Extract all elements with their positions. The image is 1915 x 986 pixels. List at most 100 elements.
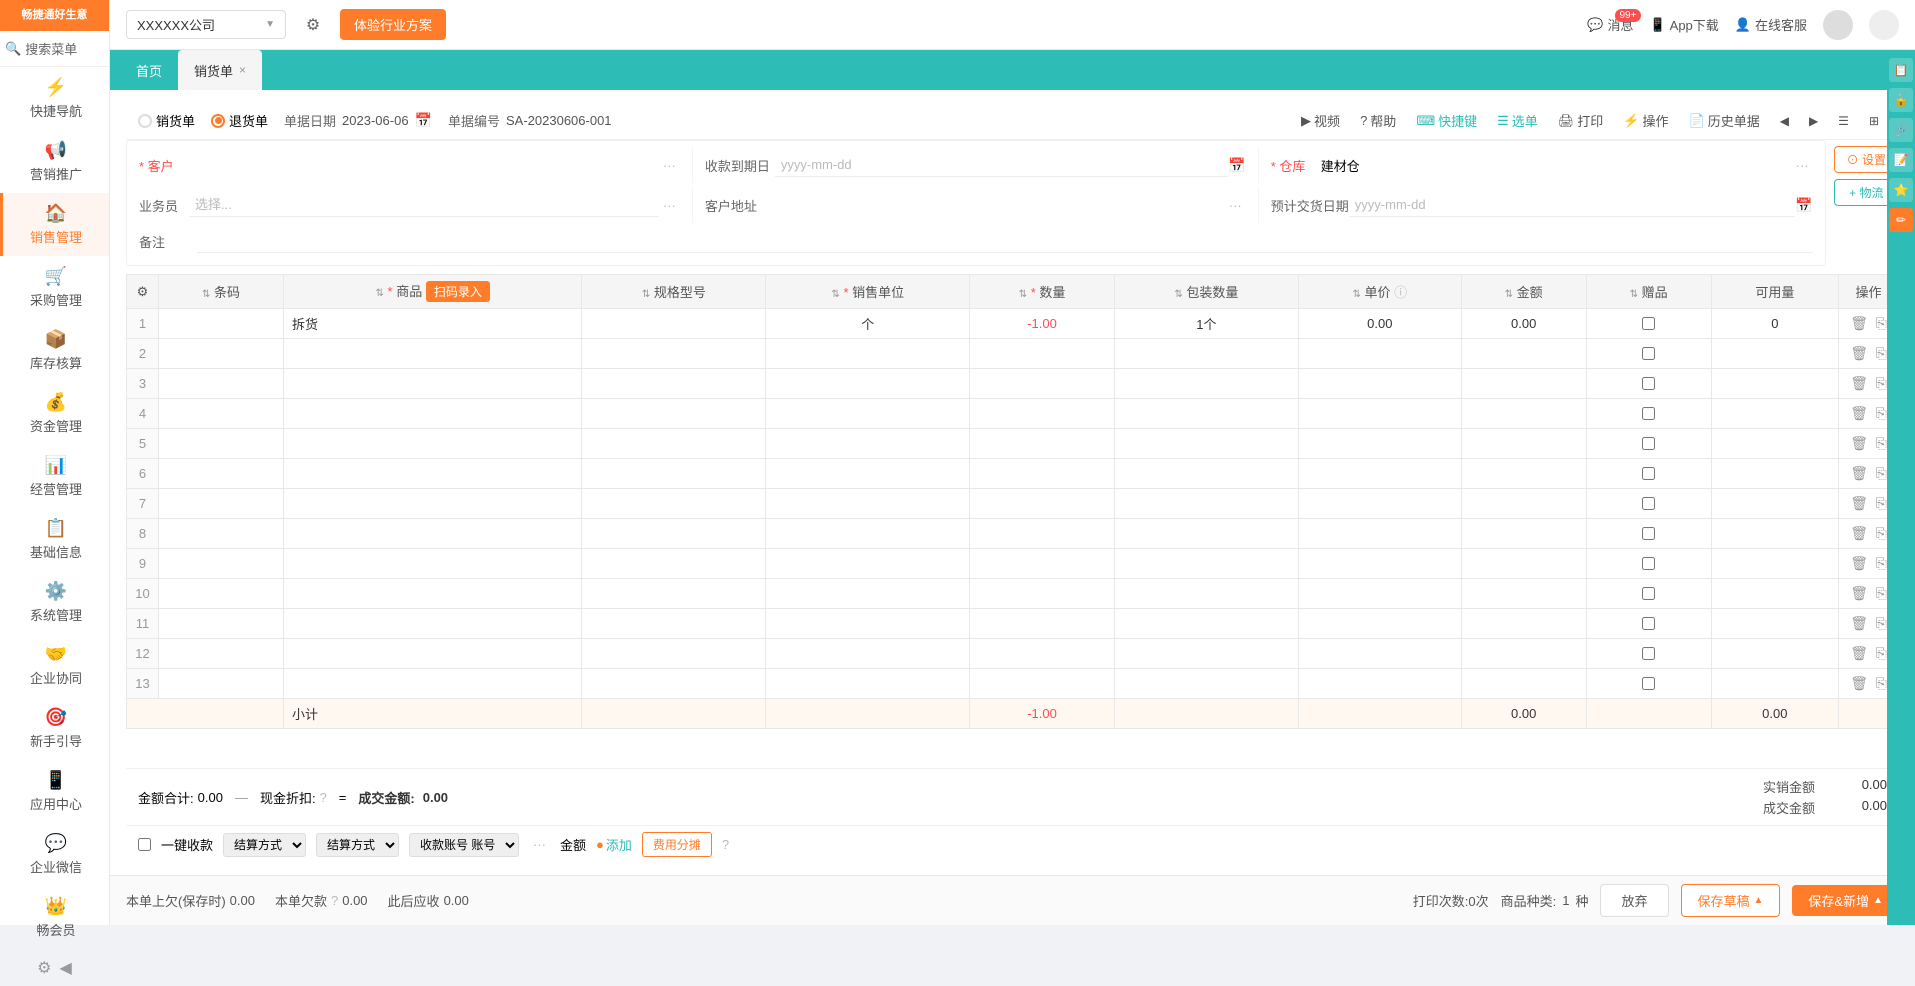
row-pack-qty[interactable] (1114, 369, 1298, 399)
row-qty[interactable] (970, 579, 1115, 609)
row-qty[interactable] (970, 639, 1115, 669)
row-price[interactable] (1298, 519, 1461, 549)
next-record-btn[interactable]: ▶ (1801, 111, 1826, 131)
payment-calc-select[interactable]: 结算方式 (316, 833, 399, 857)
row-unit[interactable] (766, 669, 970, 699)
tab-close-icon[interactable]: × (239, 63, 246, 77)
list-view-btn[interactable]: ☰ (1830, 111, 1857, 131)
tab-sales-order[interactable]: 销货单 × (178, 50, 262, 90)
select-btn[interactable]: ☰ 选单 (1489, 108, 1546, 133)
one-click-payment-checkbox[interactable] (138, 838, 151, 851)
gift-checkbox[interactable] (1642, 527, 1655, 540)
sidebar-item-sales[interactable]: 🏠 销售管理 (0, 193, 109, 256)
row-amount[interactable] (1461, 519, 1586, 549)
th-settings[interactable]: ⚙ (127, 275, 159, 309)
radio-return[interactable]: 退货单 (211, 111, 268, 130)
salesman-expand[interactable]: ··· (659, 198, 680, 213)
print-btn[interactable]: 🖨 打印 (1550, 108, 1612, 133)
warehouse-expand[interactable]: ··· (1792, 158, 1813, 173)
sidebar-item-marketing[interactable]: 📢 营销推广 (0, 130, 109, 193)
row-barcode[interactable] (159, 309, 284, 339)
sidebar-item-purchase[interactable]: 🛒 采购管理 (0, 256, 109, 319)
delete-row-icon[interactable]: 🗑 (1848, 405, 1870, 421)
row-price[interactable] (1298, 639, 1461, 669)
prev-record-btn[interactable]: ◀ (1772, 111, 1797, 131)
row-amount[interactable] (1461, 579, 1586, 609)
row-amount[interactable] (1461, 489, 1586, 519)
row-amount[interactable] (1461, 429, 1586, 459)
row-gift[interactable] (1586, 339, 1711, 369)
row-product[interactable] (283, 609, 581, 639)
save-draft-btn[interactable]: 保存草稿 ▲ (1681, 884, 1781, 917)
row-product[interactable] (283, 399, 581, 429)
row-unit[interactable]: 个 (766, 309, 970, 339)
gift-checkbox[interactable] (1642, 467, 1655, 480)
row-qty[interactable] (970, 369, 1115, 399)
right-panel-icon-2[interactable]: 🔒 (1889, 88, 1913, 112)
sidebar-item-guide[interactable]: 🎯 新手引导 (0, 697, 109, 760)
row-gift[interactable] (1586, 429, 1711, 459)
row-spec[interactable] (582, 399, 766, 429)
gift-checkbox[interactable] (1642, 587, 1655, 600)
sidebar-item-operation[interactable]: 📊 经营管理 (0, 445, 109, 508)
row-pack-qty[interactable] (1114, 339, 1298, 369)
row-pack-qty[interactable] (1114, 459, 1298, 489)
sidebar-item-finance[interactable]: 💰 资金管理 (0, 382, 109, 445)
gift-checkbox[interactable] (1642, 557, 1655, 570)
delete-row-icon[interactable]: 🗑 (1848, 465, 1870, 481)
row-product[interactable] (283, 639, 581, 669)
row-spec[interactable] (582, 639, 766, 669)
row-qty[interactable]: -1.00 (970, 309, 1115, 339)
row-spec[interactable] (582, 369, 766, 399)
row-amount[interactable] (1461, 609, 1586, 639)
add-payment-btn[interactable]: ● 添加 (596, 835, 632, 854)
row-gift[interactable] (1586, 519, 1711, 549)
settings-bottom-icon[interactable]: ⚙ (37, 958, 51, 978)
row-gift[interactable] (1586, 309, 1711, 339)
row-barcode[interactable] (159, 519, 284, 549)
row-gift[interactable] (1586, 399, 1711, 429)
row-qty[interactable] (970, 339, 1115, 369)
row-product[interactable] (283, 549, 581, 579)
row-amount[interactable] (1461, 549, 1586, 579)
payment-help-icon[interactable]: ? (722, 837, 729, 852)
gift-checkbox[interactable] (1642, 377, 1655, 390)
row-unit[interactable] (766, 399, 970, 429)
row-amount[interactable] (1461, 369, 1586, 399)
row-gift[interactable] (1586, 579, 1711, 609)
row-amount[interactable] (1461, 339, 1586, 369)
row-barcode[interactable] (159, 609, 284, 639)
row-pack-qty[interactable] (1114, 609, 1298, 639)
delete-row-icon[interactable]: 🗑 (1848, 615, 1870, 631)
row-spec[interactable] (582, 459, 766, 489)
row-product[interactable] (283, 459, 581, 489)
row-gift[interactable] (1586, 459, 1711, 489)
row-spec[interactable] (582, 489, 766, 519)
delete-row-icon[interactable]: 🗑 (1848, 315, 1870, 331)
user-avatar[interactable] (1823, 10, 1853, 40)
sidebar-item-inventory[interactable]: 📦 库存核算 (0, 319, 109, 382)
collapse-icon[interactable]: ◀ (60, 958, 72, 978)
row-price[interactable] (1298, 609, 1461, 639)
row-price[interactable] (1298, 399, 1461, 429)
row-spec[interactable] (582, 519, 766, 549)
row-spec[interactable] (582, 339, 766, 369)
row-barcode[interactable] (159, 549, 284, 579)
row-pack-qty[interactable]: 1个 (1114, 309, 1298, 339)
right-panel-icon-1[interactable]: 📋 (1889, 58, 1913, 82)
row-qty[interactable] (970, 489, 1115, 519)
row-barcode[interactable] (159, 369, 284, 399)
row-spec[interactable] (582, 579, 766, 609)
online-service-btn[interactable]: 👤 在线客服 (1735, 15, 1807, 34)
delete-row-icon[interactable]: 🗑 (1848, 525, 1870, 541)
row-qty[interactable] (970, 519, 1115, 549)
sidebar-item-system[interactable]: ⚙️ 系统管理 (0, 571, 109, 634)
customer-addr-expand[interactable]: ··· (1225, 198, 1246, 213)
row-unit[interactable] (766, 339, 970, 369)
row-qty[interactable] (970, 459, 1115, 489)
history-btn[interactable]: 📄 历史单据 (1681, 108, 1768, 133)
gift-checkbox[interactable] (1642, 317, 1655, 330)
grid-view-btn[interactable]: ⊞ (1861, 111, 1887, 131)
row-barcode[interactable] (159, 339, 284, 369)
delete-row-icon[interactable]: 🗑 (1848, 375, 1870, 391)
